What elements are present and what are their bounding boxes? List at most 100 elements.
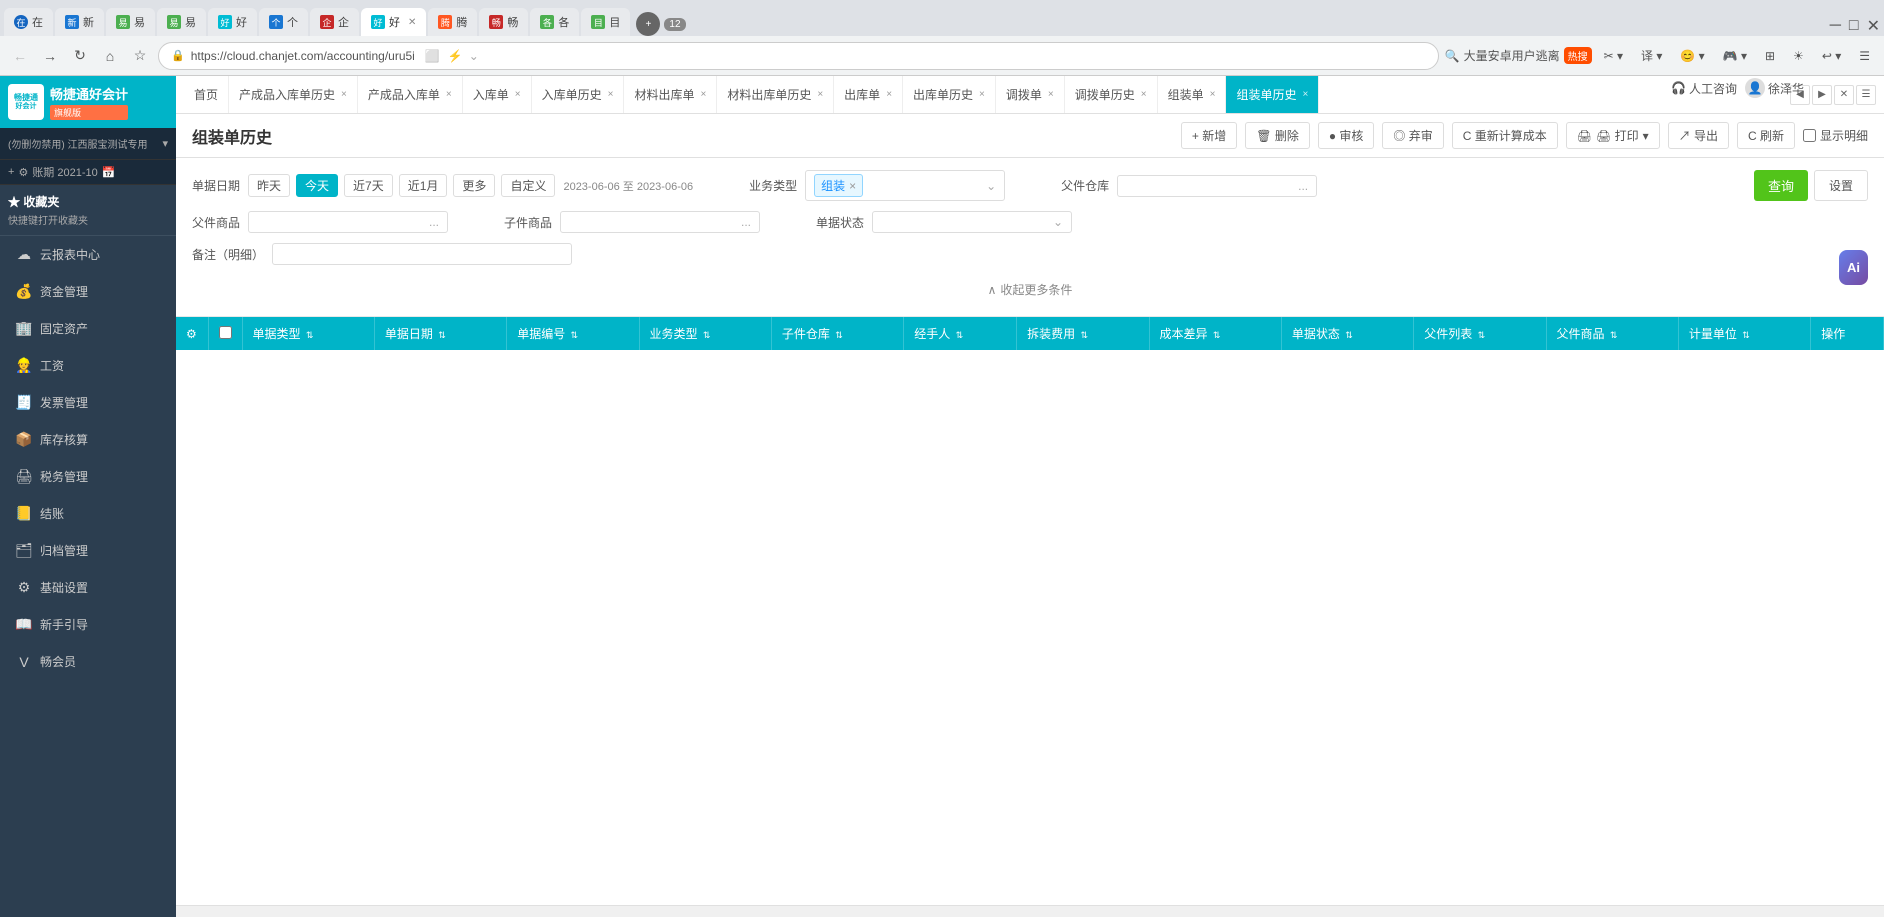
nav-tab-out-history[interactable]: 出库单历史 × bbox=[903, 76, 996, 114]
show-detail-checkbox[interactable]: 显示明细 bbox=[1803, 127, 1868, 144]
minimize-button[interactable]: ─ bbox=[1830, 17, 1841, 35]
brightness-icon[interactable]: ☀ bbox=[1787, 47, 1810, 65]
home-button[interactable]: ⌂ bbox=[98, 44, 122, 68]
show-detail-input[interactable] bbox=[1803, 129, 1816, 142]
add-button[interactable]: + 新增 bbox=[1181, 122, 1237, 149]
query-button[interactable]: 查询 bbox=[1754, 170, 1808, 201]
back-button[interactable]: ← bbox=[8, 44, 32, 68]
more-btn[interactable]: 更多 bbox=[453, 174, 495, 197]
select-all-checkbox[interactable] bbox=[219, 326, 232, 339]
col-handler[interactable]: 经手人 ⇅ bbox=[904, 317, 1017, 350]
browser-tab-5[interactable]: 个 个 bbox=[259, 8, 308, 36]
col-child-warehouse[interactable]: 子件仓库 ⇅ bbox=[771, 317, 903, 350]
browser-tab-0[interactable]: 在 在 bbox=[4, 8, 53, 36]
emoji-icon[interactable]: 😊 ▾ bbox=[1674, 47, 1710, 65]
refresh-button[interactable]: ↻ bbox=[68, 44, 92, 68]
sidebar-company-selector[interactable]: (勿删勿禁用) 江西服宝测试专用 ▾ bbox=[0, 128, 176, 160]
delete-button[interactable]: 🗑 删除 bbox=[1245, 122, 1310, 149]
menu-icon[interactable]: ☰ bbox=[1853, 47, 1876, 65]
tag-close-icon[interactable]: × bbox=[849, 179, 856, 193]
sidebar-item-assets[interactable]: 🏢 固定资产 bbox=[0, 310, 176, 347]
new-tab-button[interactable]: + bbox=[636, 12, 660, 36]
sidebar-item-inventory[interactable]: 📦 库存核算 bbox=[0, 421, 176, 458]
nav-more-icon[interactable]: ☰ bbox=[1856, 85, 1876, 105]
browser-tab-6[interactable]: 企 企 bbox=[310, 8, 359, 36]
sidebar-item-payroll[interactable]: 👷 工资 bbox=[0, 347, 176, 384]
sidebar-item-invoice[interactable]: 🧾 发票管理 bbox=[0, 384, 176, 421]
parent-warehouse-input[interactable]: ... bbox=[1117, 175, 1317, 197]
yesterday-btn[interactable]: 昨天 bbox=[248, 174, 290, 197]
sidebar-item-tax[interactable]: 🖨 税务管理 bbox=[0, 458, 176, 495]
nav-tab-assembly-history[interactable]: 组装单历史 × bbox=[1226, 76, 1319, 114]
col-parent-product[interactable]: 父件商品 ⇅ bbox=[1546, 317, 1678, 350]
user-profile[interactable]: 👤 徐泽华 bbox=[1745, 78, 1804, 98]
print-button[interactable]: 🖨 🖨 打印 ▾ bbox=[1566, 122, 1660, 149]
nav-tab-production-in-history[interactable]: 产成品入库单历史 × bbox=[229, 76, 358, 114]
refresh-button[interactable]: C 刷新 bbox=[1737, 122, 1795, 149]
sidebar-item-guide[interactable]: 📖 新手引导 bbox=[0, 606, 176, 643]
nav-tab-home[interactable]: 首页 bbox=[184, 76, 229, 114]
add-icon[interactable]: + bbox=[8, 166, 14, 178]
tab-close-icon[interactable]: × bbox=[1141, 89, 1147, 100]
tab-close-icon[interactable]: ✕ bbox=[408, 17, 416, 28]
bottom-scrollbar[interactable] bbox=[176, 905, 1884, 917]
sidebar-item-archive[interactable]: 🗂 归档管理 bbox=[0, 532, 176, 569]
custom-btn[interactable]: 自定义 bbox=[501, 174, 555, 197]
recalculate-button[interactable]: C 重新计算成本 bbox=[1452, 122, 1558, 149]
nav-tab-material-out-history[interactable]: 材料出库单历史 × bbox=[717, 76, 834, 114]
child-product-input[interactable]: ... bbox=[560, 211, 760, 233]
nav-tab-in-order[interactable]: 入库单 × bbox=[463, 76, 532, 114]
calendar-icon[interactable]: 📅 bbox=[102, 166, 116, 179]
browser-tab-2[interactable]: 易 易 bbox=[106, 8, 155, 36]
col-unit[interactable]: 计量单位 ⇅ bbox=[1678, 317, 1810, 350]
browser-tab-1[interactable]: 新 新 bbox=[55, 8, 104, 36]
nav-tab-in-history[interactable]: 入库单历史 × bbox=[532, 76, 625, 114]
nav-tab-transfer[interactable]: 调拨单 × bbox=[996, 76, 1065, 114]
table-settings-header[interactable]: ⚙ bbox=[176, 317, 208, 350]
nav-tab-production-in[interactable]: 产成品入库单 × bbox=[358, 76, 463, 114]
ai-assistant-badge[interactable]: Ai bbox=[1839, 250, 1868, 285]
game-icon[interactable]: 🎮 ▾ bbox=[1717, 47, 1753, 65]
abandon-button[interactable]: ◎ 弃审 bbox=[1382, 122, 1443, 149]
address-bar[interactable]: 🔒 https://cloud.chanjet.com/accounting/u… bbox=[158, 42, 1439, 70]
nav-tab-material-out[interactable]: 材料出库单 × bbox=[624, 76, 717, 114]
tab-close-icon[interactable]: × bbox=[1302, 89, 1308, 100]
sidebar-item-reports[interactable]: ☁ 云报表中心 bbox=[0, 236, 176, 273]
col-date[interactable]: 单据日期 ⇅ bbox=[374, 317, 506, 350]
order-status-select[interactable]: ⌄ bbox=[872, 211, 1072, 233]
sidebar-item-closing[interactable]: 📒 结账 bbox=[0, 495, 176, 532]
nav-tab-assembly[interactable]: 组装单 × bbox=[1158, 76, 1227, 114]
tab-close-icon[interactable]: × bbox=[1048, 89, 1054, 100]
month-btn[interactable]: 近1月 bbox=[399, 174, 448, 197]
col-status[interactable]: 单据状态 ⇅ bbox=[1281, 317, 1413, 350]
audit-button[interactable]: ● 审核 bbox=[1318, 122, 1375, 149]
nav-close-icon[interactable]: ✕ bbox=[1834, 85, 1854, 105]
tab-close-icon[interactable]: × bbox=[979, 89, 985, 100]
collapse-filters-button[interactable]: ∧ 收起更多条件 bbox=[192, 275, 1868, 304]
browser-tab-10[interactable]: 各 各 bbox=[530, 8, 579, 36]
browser-tab-11[interactable]: 目 目 bbox=[581, 8, 630, 36]
today-btn[interactable]: 今天 bbox=[296, 174, 338, 197]
settings-icon[interactable]: ⚙ bbox=[18, 166, 28, 179]
bookmark-button[interactable]: ☆ bbox=[128, 44, 152, 68]
notes-input[interactable] bbox=[272, 243, 572, 265]
nav-tab-out-order[interactable]: 出库单 × bbox=[834, 76, 903, 114]
tab-close-icon[interactable]: × bbox=[817, 89, 823, 100]
close-button[interactable]: ✕ bbox=[1867, 16, 1880, 36]
business-type-selector[interactable]: 组装 × ⌄ bbox=[805, 170, 1005, 201]
filter-settings-button[interactable]: 设置 bbox=[1814, 170, 1868, 201]
undo-icon[interactable]: ↩ ▾ bbox=[1816, 47, 1847, 65]
browser-tab-3[interactable]: 易 易 bbox=[157, 8, 206, 36]
browser-tab-7[interactable]: 好 好 ✕ bbox=[361, 8, 426, 36]
sidebar-item-settings[interactable]: ⚙ 基础设置 bbox=[0, 569, 176, 606]
col-disassemble-fee[interactable]: 拆装费用 ⇅ bbox=[1017, 317, 1149, 350]
nav-right-arrow[interactable]: ▶ bbox=[1812, 85, 1832, 105]
translate-icon[interactable]: 译 ▾ bbox=[1635, 45, 1668, 66]
col-cost-diff[interactable]: 成本差异 ⇅ bbox=[1149, 317, 1281, 350]
table-checkbox-header[interactable] bbox=[208, 317, 242, 350]
browser-tab-4[interactable]: 好 好 bbox=[208, 8, 257, 36]
nav-tab-transfer-history[interactable]: 调拨单历史 × bbox=[1065, 76, 1158, 114]
scissors-icon[interactable]: ✂ ▾ bbox=[1598, 47, 1629, 65]
export-button[interactable]: ↗ 导出 bbox=[1668, 122, 1729, 149]
col-number[interactable]: 单据编号 ⇅ bbox=[507, 317, 639, 350]
